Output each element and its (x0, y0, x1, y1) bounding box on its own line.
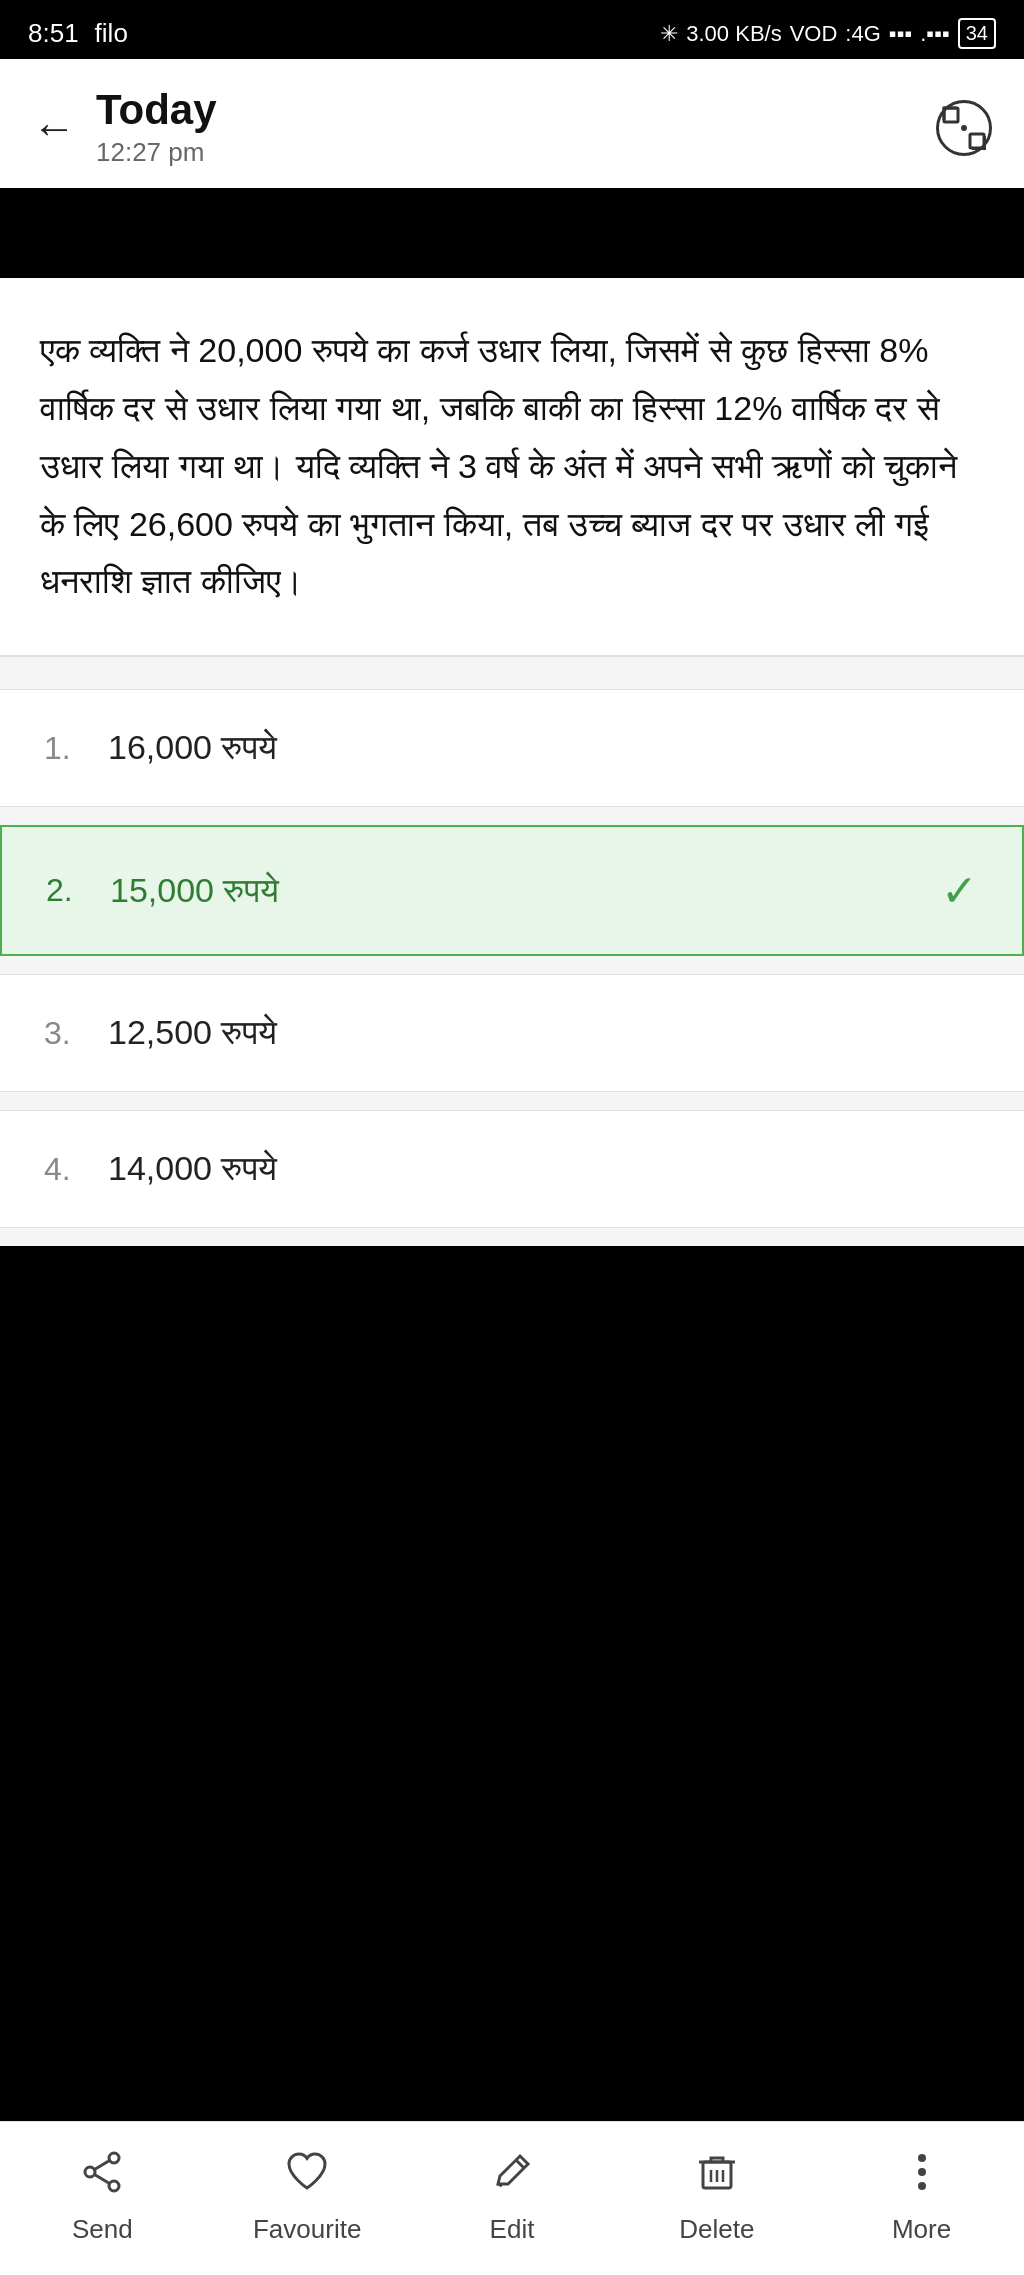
page-wrapper: 8:51 filo ✳ 3.00 KB/s VOD :4G ▪▪▪ .▪▪▪ 3… (0, 0, 1024, 2275)
option-2-num: 2. (46, 872, 82, 909)
option-4-text: 14,000 रुपये (108, 1149, 277, 1189)
favourite-icon (285, 2150, 329, 2204)
options-block: 1. 16,000 रुपये 2. 15,000 रुपये ✓ 3. 12,… (0, 689, 1024, 1246)
volte-icon: VOD (790, 21, 838, 47)
svg-point-16 (918, 2154, 926, 2162)
status-time: 8:51 (28, 18, 79, 49)
option-3-num: 3. (44, 1015, 80, 1052)
bluetooth-icon: ✳ (660, 21, 678, 47)
favourite-label: Favourite (253, 2214, 361, 2245)
status-app: filo (95, 18, 128, 49)
option-3[interactable]: 3. 12,500 रुपये (0, 974, 1024, 1092)
header-left: ← Today 12:27 pm (32, 87, 217, 168)
svg-point-5 (109, 2181, 119, 2191)
option-1-num: 1. (44, 730, 80, 767)
question-text: एक व्यक्ति ने 20,000 रुपये का कर्ज उधार … (40, 322, 984, 611)
option-4-num: 4. (44, 1151, 80, 1188)
svg-point-6 (85, 2167, 95, 2177)
option-3-text: 12,500 रुपये (108, 1013, 277, 1053)
status-bar-left: 8:51 filo (28, 18, 128, 49)
option-4-left: 4. 14,000 रुपये (44, 1149, 277, 1189)
svg-rect-0 (944, 108, 958, 122)
header-title: Today (96, 87, 217, 133)
send-label: Send (72, 2214, 133, 2245)
svg-line-8 (95, 2175, 110, 2184)
option-1[interactable]: 1. 16,000 रुपये (0, 689, 1024, 807)
options-gap (0, 657, 1024, 689)
nav-delete[interactable]: Delete (647, 2150, 787, 2245)
svg-rect-2 (970, 134, 984, 148)
option-2-text: 15,000 रुपये (110, 871, 279, 911)
option-1-text: 16,000 रुपये (108, 728, 277, 768)
correct-check-icon: ✓ (941, 865, 978, 916)
bottom-nav: Send Favourite Edit (0, 2121, 1024, 2275)
option-2[interactable]: 2. 15,000 रुपये ✓ (0, 825, 1024, 956)
black-gap (0, 188, 1024, 278)
svg-line-7 (95, 2161, 110, 2170)
back-button[interactable]: ← (32, 106, 76, 150)
svg-point-18 (918, 2182, 926, 2190)
delete-icon (695, 2150, 739, 2204)
status-bar: 8:51 filo ✳ 3.00 KB/s VOD :4G ▪▪▪ .▪▪▪ 3… (0, 0, 1024, 59)
signal-icon: :4G (845, 21, 880, 47)
send-icon (80, 2150, 124, 2204)
nav-favourite[interactable]: Favourite (237, 2150, 377, 2245)
edit-label: Edit (490, 2214, 535, 2245)
nav-send[interactable]: Send (32, 2150, 172, 2245)
more-icon (900, 2150, 944, 2204)
battery-indicator: 34 (958, 18, 996, 49)
svg-line-10 (498, 2184, 502, 2186)
svg-point-3 (961, 125, 967, 131)
header: ← Today 12:27 pm (0, 59, 1024, 188)
signal-bars-2: .▪▪▪ (920, 21, 950, 47)
delete-label: Delete (679, 2214, 754, 2245)
option-4[interactable]: 4. 14,000 रुपये (0, 1110, 1024, 1228)
option-3-left: 3. 12,500 रुपये (44, 1013, 277, 1053)
nav-edit[interactable]: Edit (442, 2150, 582, 2245)
header-title-block: Today 12:27 pm (96, 87, 217, 168)
more-label: More (892, 2214, 951, 2245)
question-block: एक व्यक्ति ने 20,000 रुपये का कर्ज उधार … (0, 278, 1024, 657)
scan-button[interactable] (936, 100, 992, 156)
svg-point-17 (918, 2168, 926, 2176)
header-subtitle: 12:27 pm (96, 137, 217, 168)
edit-icon (490, 2150, 534, 2204)
option-2-left: 2. 15,000 रुपये (46, 871, 279, 911)
status-bar-right: ✳ 3.00 KB/s VOD :4G ▪▪▪ .▪▪▪ 34 (660, 18, 996, 49)
signal-bars-1: ▪▪▪ (889, 21, 912, 47)
option-1-left: 1. 16,000 रुपये (44, 728, 277, 768)
svg-line-9 (516, 2160, 524, 2168)
nav-more[interactable]: More (852, 2150, 992, 2245)
network-speed: 3.00 KB/s (686, 21, 781, 47)
svg-point-4 (109, 2153, 119, 2163)
